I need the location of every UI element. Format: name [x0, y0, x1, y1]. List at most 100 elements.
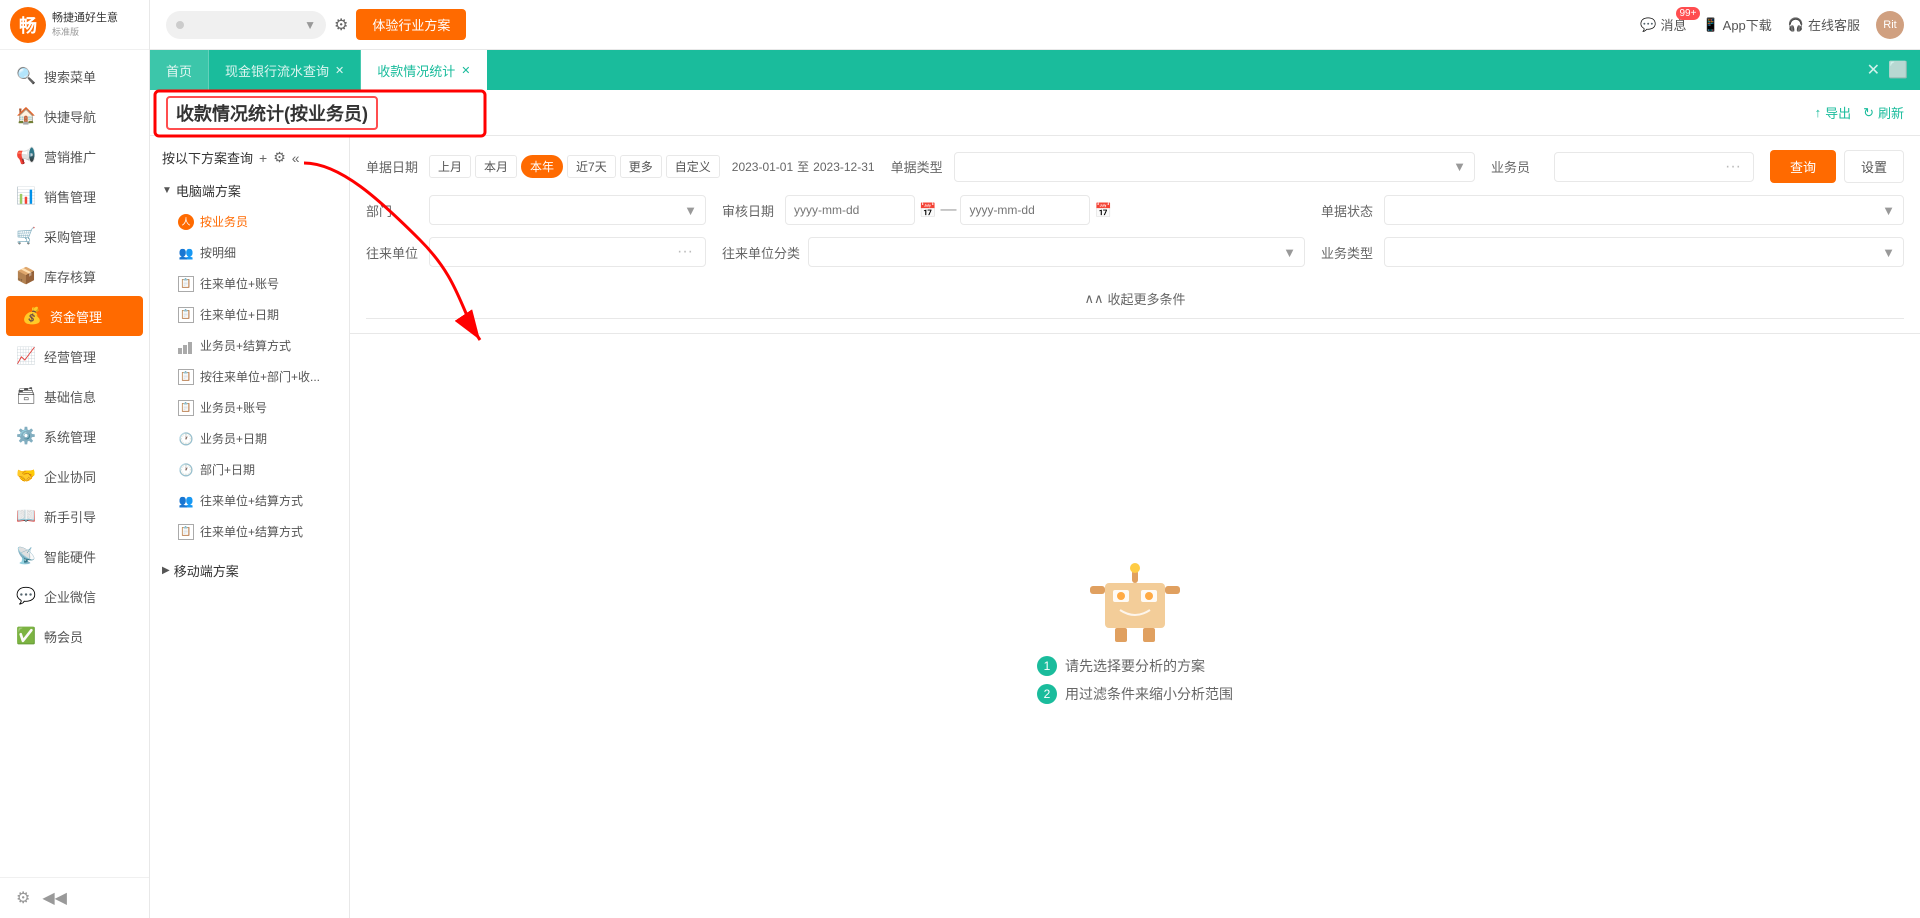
page-header: 收款情况统计(按业务员) ↑ 导出 ↻ 刷新: [150, 90, 1920, 136]
sidebar-item-wechat[interactable]: 💬 企业微信: [0, 576, 149, 616]
doc-type-select[interactable]: ▼: [954, 152, 1475, 182]
salesman-ellipsis-btn[interactable]: ···: [1721, 158, 1745, 176]
scheme-clock-icon: 🕐: [178, 431, 194, 447]
audit-date-to-input[interactable]: [960, 195, 1090, 225]
date-range-display: 2023-01-01 至 2023-12-31: [732, 158, 875, 175]
refresh-btn[interactable]: ↻ 刷新: [1863, 103, 1904, 122]
salesman-select[interactable]: ···: [1554, 152, 1754, 182]
query-btn[interactable]: 查询: [1770, 150, 1836, 183]
sidebar-item-business[interactable]: 📈 经营管理: [0, 336, 149, 376]
sidebar-item-purchase[interactable]: 🛒 采购管理: [0, 216, 149, 256]
scheme-sq-icon5: 📋: [178, 524, 194, 540]
scheme-item-label: 往来单位+结算方式: [200, 523, 303, 540]
scheme-item-partner-settle1[interactable]: 👥 往来单位+结算方式: [150, 485, 349, 516]
filter-collapse-btn[interactable]: «: [292, 150, 300, 166]
scheme-item-by-detail[interactable]: 👥 按明细: [150, 237, 349, 268]
scheme-clock-icon2: 🕐: [178, 462, 194, 478]
date-btn-last-month[interactable]: 上月: [429, 155, 471, 178]
date-btn-more[interactable]: 更多: [620, 155, 662, 178]
filter-add-btn[interactable]: +: [259, 150, 267, 166]
finance-icon: 💰: [22, 306, 42, 326]
tab-home[interactable]: 首页: [150, 50, 209, 90]
sidebar-item-sales[interactable]: 📊 销售管理: [0, 176, 149, 216]
scheme-bar-icon: [178, 338, 194, 354]
sidebar-item-inventory[interactable]: 📦 库存核算: [0, 256, 149, 296]
collapse-bar[interactable]: ∧∧ 收起更多条件: [366, 279, 1904, 319]
sales-icon: 📊: [16, 186, 36, 206]
export-label: 导出: [1825, 103, 1851, 122]
business-type-select[interactable]: ▼: [1384, 237, 1904, 267]
scheme-item-partner-account[interactable]: 📋 往来单位+账号: [150, 268, 349, 299]
collapse-up-icon: ∧∧: [1084, 291, 1103, 307]
window-close-icon[interactable]: ✕: [1867, 60, 1880, 80]
tab-receipt-stats-close[interactable]: ✕: [461, 64, 470, 77]
collapse-triangle-icon: ▼: [162, 185, 172, 196]
sidebar-item-member[interactable]: ✅ 畅会员: [0, 616, 149, 656]
scheme-item-label: 业务员+结算方式: [200, 337, 291, 354]
sidebar-item-cooperation[interactable]: 🤝 企业协同: [0, 456, 149, 496]
date-btn-this-year[interactable]: 本年: [521, 155, 563, 178]
scheme-item-salesman-settle[interactable]: 业务员+结算方式: [150, 330, 349, 361]
sidebar-item-quick-nav[interactable]: 🏠 快捷导航: [0, 96, 149, 136]
topbar-left: ▼ ⚙ 体验行业方案: [166, 9, 1628, 40]
content-area: 按以下方案查询 + ⚙ « ▼ 电脑端方案 人 按业务员 👥 按明细: [150, 136, 1920, 918]
scheme-item-salesman-account[interactable]: 📋 业务员+账号: [150, 392, 349, 423]
date-sep: 至: [797, 158, 809, 175]
sidebar-item-hardware[interactable]: 📡 智能硬件: [0, 536, 149, 576]
audit-date-to-cal-icon[interactable]: 📅: [1094, 202, 1111, 219]
doc-status-chevron-icon: ▼: [1882, 203, 1895, 218]
audit-date-from-cal-icon[interactable]: 📅: [919, 202, 936, 219]
date-btn-this-month[interactable]: 本月: [475, 155, 517, 178]
filter-settings-btn[interactable]: ⚙: [273, 149, 286, 166]
topbar-app-download-btn[interactable]: 📱 App下载: [1702, 15, 1771, 34]
sidebar-item-marketing[interactable]: 📢 营销推广: [0, 136, 149, 176]
topbar-online-service-btn[interactable]: 🎧 在线客服: [1788, 15, 1860, 34]
sidebar-item-finance[interactable]: 💰 资金管理: [6, 296, 143, 336]
scheme-item-salesman-date[interactable]: 🕐 业务员+日期: [150, 423, 349, 454]
partner-ellipsis-btn[interactable]: ···: [673, 243, 697, 261]
topbar-messages-btn[interactable]: 💬 消息 99+: [1640, 15, 1686, 34]
topbar-gear-icon[interactable]: ⚙: [334, 15, 348, 35]
scheme-item-partner-settle2[interactable]: 📋 往来单位+结算方式: [150, 516, 349, 547]
collapse-label: 收起更多条件: [1108, 289, 1186, 308]
audit-date-from-input[interactable]: [785, 195, 915, 225]
scheme-item-dept-date[interactable]: 🕐 部门+日期: [150, 454, 349, 485]
app-logo-badge: 标准版: [52, 25, 118, 38]
doc-status-select[interactable]: ▼: [1384, 195, 1904, 225]
tab-bank-flow[interactable]: 现金银行流水查询 ✕: [209, 50, 361, 90]
business-type-chevron-icon: ▼: [1882, 245, 1895, 260]
tab-bank-flow-close[interactable]: ✕: [335, 64, 344, 77]
date-to: 2023-12-31: [813, 160, 874, 174]
department-select[interactable]: ▼: [429, 195, 706, 225]
scheme-sq-icon: 📋: [178, 276, 194, 292]
partner-category-select[interactable]: ▼: [808, 237, 1305, 267]
scheme-item-partner-date[interactable]: 📋 往来单位+日期: [150, 299, 349, 330]
sidebar-collapse-btn[interactable]: ◀◀: [42, 888, 67, 908]
export-btn[interactable]: ↑ 导出: [1815, 103, 1852, 122]
partner-select[interactable]: ···: [429, 237, 706, 267]
main-area: ▼ ⚙ 体验行业方案 💬 消息 99+ 📱 App下载 🎧 在线客服 Rit: [150, 0, 1920, 918]
mobile-scheme-group-title[interactable]: ▶ 移动端方案: [150, 555, 349, 586]
sidebar-item-basic-info[interactable]: 🗃 基础信息: [0, 376, 149, 416]
date-btn-custom[interactable]: 自定义: [666, 155, 720, 178]
sidebar-item-guide[interactable]: 📖 新手引导: [0, 496, 149, 536]
desktop-scheme-group-title[interactable]: ▼ 电脑端方案: [150, 175, 349, 206]
tab-receipt-stats[interactable]: 收款情况统计 ✕: [361, 50, 487, 90]
scheme-sq-icon4: 📋: [178, 400, 194, 416]
settings-btn[interactable]: 设置: [1844, 150, 1904, 183]
date-quick-buttons: 上月 本月 本年 近7天 更多 自定义: [429, 155, 720, 178]
window-maximize-icon[interactable]: ⬜: [1888, 60, 1908, 80]
topbar-promo-btn[interactable]: 体验行业方案: [356, 9, 466, 40]
doc-status-label: 单据状态: [1321, 201, 1376, 220]
sidebar-item-label: 采购管理: [44, 227, 96, 246]
topbar-user-avatar[interactable]: Rit: [1876, 11, 1904, 39]
date-btn-7days[interactable]: 近7天: [567, 155, 616, 178]
topbar-user-area[interactable]: ▼: [166, 11, 326, 39]
sidebar-settings-btn[interactable]: ⚙: [16, 888, 30, 908]
service-label: 在线客服: [1808, 15, 1860, 34]
tip-text-2: 用过滤条件来缩小分析范围: [1065, 684, 1233, 704]
sidebar-item-system[interactable]: ⚙️ 系统管理: [0, 416, 149, 456]
scheme-item-by-salesman[interactable]: 人 按业务员: [150, 206, 349, 237]
sidebar-item-search-menu[interactable]: 🔍 搜索菜单: [0, 56, 149, 96]
scheme-item-partner-dept-receipt[interactable]: 📋 按往来单位+部门+收...: [150, 361, 349, 392]
